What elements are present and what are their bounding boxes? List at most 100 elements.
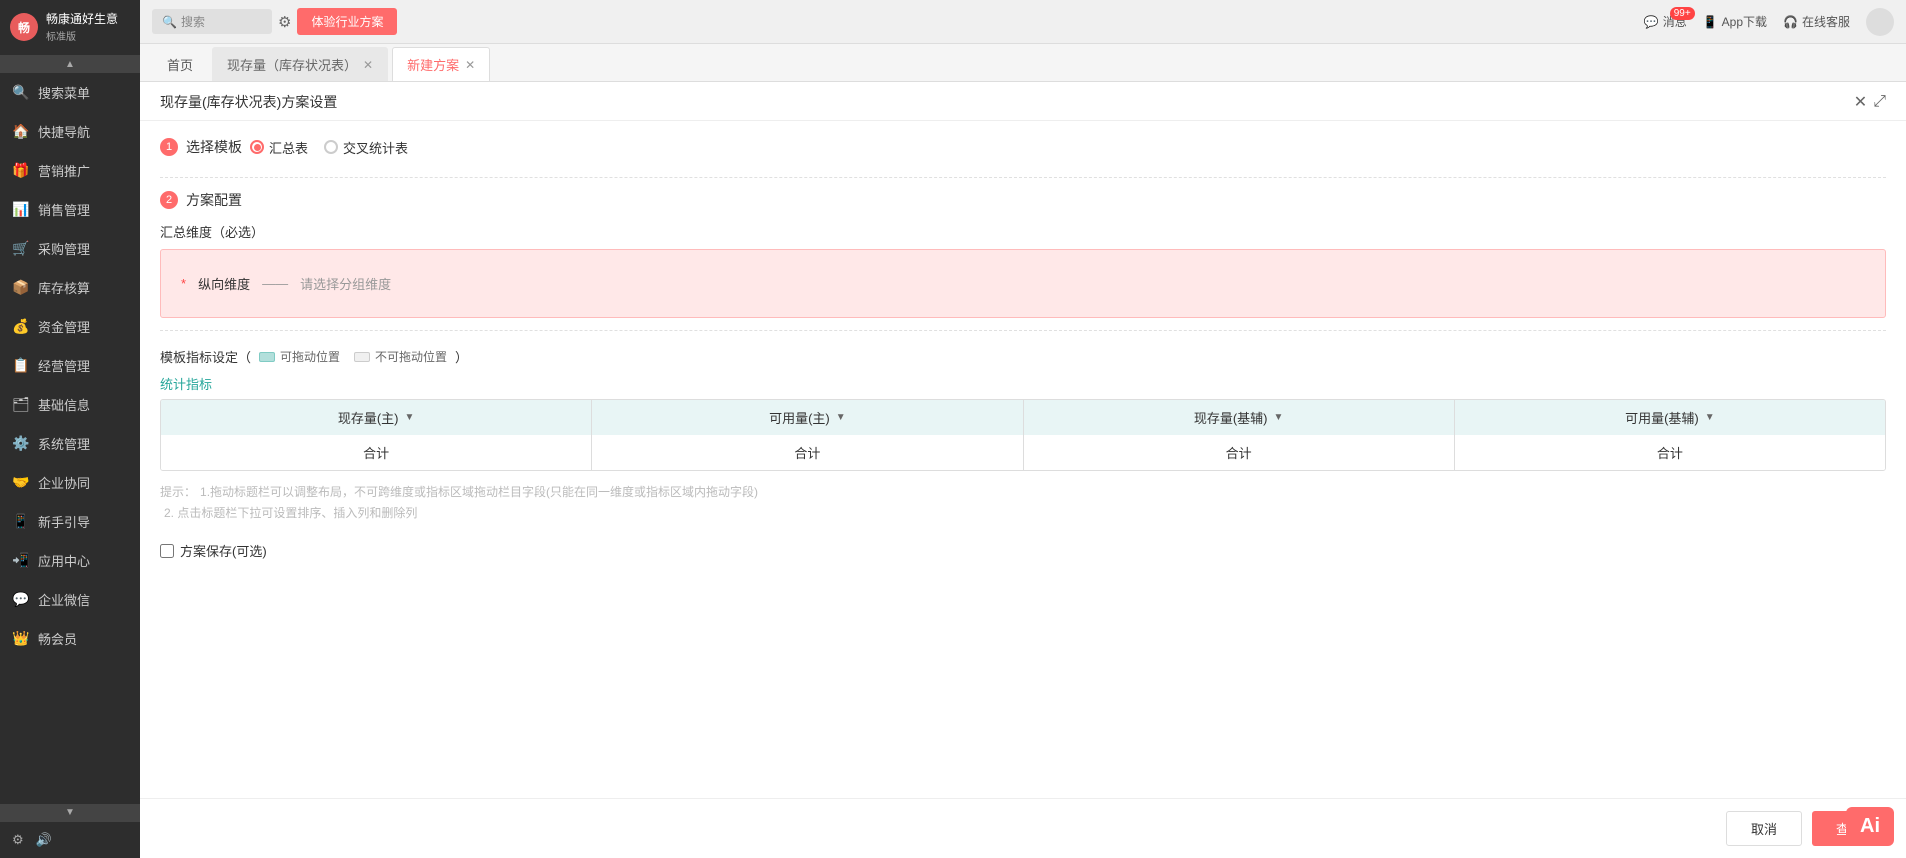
- col-label: 可用量(主): [769, 408, 830, 427]
- template-radio-group: 汇总表 交叉统计表: [250, 138, 408, 157]
- stats-col-header[interactable]: 现存量(基辅) ▼: [1024, 400, 1455, 435]
- sidebar-item-member[interactable]: 👑畅会员: [0, 619, 140, 658]
- sidebar-item-inventory[interactable]: 📦 库存核算: [0, 268, 140, 307]
- radio-label-cross: 交叉统计表: [343, 138, 408, 157]
- nodrag-box: [354, 352, 370, 362]
- close-button[interactable]: ✕: [1854, 92, 1867, 112]
- messages-badge: 99+: [1670, 7, 1695, 20]
- col-label: 现存量(基辅): [1194, 408, 1268, 427]
- col-label: 现存量(主): [338, 408, 399, 427]
- radio-circle-summary: [250, 140, 264, 154]
- tab-new-plan[interactable]: 新建方案✕: [392, 47, 490, 81]
- draggable-box: [259, 352, 275, 362]
- gear-icon[interactable]: ⚙: [278, 13, 291, 31]
- chevron-down-icon: ▼: [836, 412, 846, 423]
- content-close-buttons: ✕ ⤢: [1854, 92, 1886, 112]
- sidebar-item-wechat[interactable]: 💬企业微信: [0, 580, 140, 619]
- expand-button[interactable]: ⤢: [1873, 92, 1886, 112]
- dimension-placeholder[interactable]: 请选择分组维度: [300, 274, 391, 293]
- inventory-icon: 📦: [12, 278, 30, 296]
- tab-close-new-plan[interactable]: ✕: [465, 59, 475, 71]
- system-icon: ⚙️: [12, 434, 30, 452]
- stats-col-body: 合计: [161, 435, 592, 470]
- sidebar-scroll-down[interactable]: ▼: [0, 804, 140, 821]
- radio-cross[interactable]: 交叉统计表: [324, 138, 408, 157]
- topbar-left: 🔍 搜索 ⚙ 体验行业方案: [152, 8, 1636, 35]
- radio-summary[interactable]: 汇总表: [250, 138, 308, 157]
- sidebar-item-label: 营销推广: [38, 161, 90, 180]
- quick-nav-icon: 🏠: [12, 122, 30, 140]
- sidebar-item-label: 快捷导航: [38, 122, 90, 141]
- tabbar: 首页现存量（库存状况表）✕新建方案✕: [140, 44, 1906, 82]
- step1-label: 选择模板: [186, 137, 242, 157]
- settings-icon[interactable]: ⚙: [12, 832, 24, 848]
- speaker-icon[interactable]: 🔊: [36, 832, 52, 848]
- phone-icon: 📱: [1703, 15, 1718, 29]
- sidebar-item-label: 经营管理: [38, 356, 90, 375]
- tab-close-inventory-status[interactable]: ✕: [363, 59, 373, 71]
- tip-text: 1.拖动标题栏可以调整布局，不可跨维度或指标区域拖动栏目字段(只能在同一维度或指…: [200, 483, 758, 500]
- basic-info-icon: 🗂: [12, 395, 30, 413]
- sidebar-nav: 🔍搜索菜单 🏠 快捷导航 🎁营销推广📊销售管理🛒采购管理 📦 库存核算 💰资金管理 📋 经营管理…: [0, 73, 140, 804]
- chevron-down-icon: ▼: [1274, 412, 1284, 423]
- nodrag-label: 不可拖动位置: [375, 348, 447, 365]
- stats-title: 统计指标: [160, 374, 1886, 393]
- dimension-dash: ——: [262, 276, 288, 291]
- dimension-key: 纵向维度: [198, 274, 250, 293]
- stats-col-header[interactable]: 可用量(主) ▼: [592, 400, 1023, 435]
- sidebar-item-purchase[interactable]: 🛒采购管理: [0, 229, 140, 268]
- tab-inventory-status[interactable]: 现存量（库存状况表）✕: [212, 47, 388, 81]
- sidebar-item-label: 企业微信: [38, 590, 90, 609]
- save-checkbox[interactable]: [160, 544, 174, 558]
- stats-col-header[interactable]: 可用量(基辅)▼: [1455, 400, 1885, 435]
- sidebar-item-label: 系统管理: [38, 434, 90, 453]
- sidebar-item-search-menu[interactable]: 🔍搜索菜单: [0, 73, 140, 112]
- sidebar-item-label: 企业协同: [38, 473, 90, 492]
- legend-draggable: 可拖动位置: [259, 348, 340, 365]
- sidebar-item-new-guide[interactable]: 📱新手引导: [0, 502, 140, 541]
- col-summary: 合计: [794, 443, 820, 462]
- sidebar-item-marketing[interactable]: 🎁营销推广: [0, 151, 140, 190]
- sidebar-item-finance[interactable]: 💰资金管理: [0, 307, 140, 346]
- logo-sub: 标准版: [46, 28, 118, 43]
- sales-icon: 📊: [12, 200, 30, 218]
- finance-icon: 💰: [12, 317, 30, 335]
- form-body: 1 选择模板 汇总表交叉统计表 2 方案配置 汇总维度（必选） * 纵向维度 —…: [140, 121, 1906, 798]
- sidebar-item-quick-nav[interactable]: 🏠 快捷导航: [0, 112, 140, 151]
- sidebar-item-operations[interactable]: 📋 经营管理: [0, 346, 140, 385]
- sidebar-scroll-up[interactable]: ▲: [0, 56, 140, 73]
- sidebar-item-system[interactable]: ⚙️ 系统管理: [0, 424, 140, 463]
- chevron-down-icon: ▼: [405, 412, 415, 423]
- stats-col-body: 合计: [592, 435, 1023, 470]
- sidebar-item-label: 应用中心: [38, 551, 90, 570]
- operations-icon: 📋: [12, 356, 30, 374]
- tips-section: 提示：1.拖动标题栏可以调整布局，不可跨维度或指标区域拖动栏目字段(只能在同一维…: [160, 483, 1886, 521]
- indicator-settings: 模板指标设定（ 可拖动位置 不可拖动位置 ）: [160, 347, 1886, 521]
- user-avatar[interactable]: [1866, 8, 1894, 36]
- sidebar-item-sales[interactable]: 📊销售管理: [0, 190, 140, 229]
- tab-home[interactable]: 首页: [152, 47, 208, 81]
- trial-button[interactable]: 体验行业方案: [297, 8, 397, 35]
- tip-item-1: 2. 点击标题栏下拉可设置排序、插入列和删除列: [160, 504, 1886, 521]
- stats-col-header[interactable]: 现存量(主) ▼: [161, 400, 592, 435]
- ai-badge[interactable]: Ai: [1846, 807, 1894, 846]
- messages-button[interactable]: 💬 消息 99+: [1644, 13, 1687, 30]
- col-summary: 合计: [1226, 443, 1252, 462]
- content-area: 现存量(库存状况表)方案设置 ✕ ⤢ 1 选择模板 汇总表交叉统计表 2: [140, 82, 1906, 858]
- app-download-button[interactable]: 📱 App下载: [1703, 13, 1767, 30]
- step2-num: 2: [160, 191, 178, 209]
- sidebar-item-app-center[interactable]: 📲应用中心: [0, 541, 140, 580]
- main: 🔍 搜索 ⚙ 体验行业方案 💬 消息 99+ 📱 App下载 🎧 在线客服 首页: [140, 0, 1906, 858]
- sidebar-item-basic-info[interactable]: 🗂基础信息: [0, 385, 140, 424]
- sidebar-item-label: 库存核算: [38, 278, 90, 297]
- save-option: 方案保存(可选): [160, 541, 1886, 560]
- online-service-button[interactable]: 🎧 在线客服: [1783, 13, 1850, 30]
- legend-nodrag: 不可拖动位置: [354, 348, 447, 365]
- indicator-label: 模板指标设定（ 可拖动位置 不可拖动位置 ）: [160, 347, 1886, 366]
- sidebar-item-enterprise[interactable]: 🤝企业协同: [0, 463, 140, 502]
- search-box[interactable]: 🔍 搜索: [152, 9, 272, 34]
- cancel-button[interactable]: 取消: [1726, 811, 1802, 846]
- stats-section: 统计指标 现存量(主) ▼ 可用量(主) ▼ 现存量(基辅) ▼ 可用量(基辅)▼ 合计 合计…: [160, 374, 1886, 471]
- search-icon: 🔍: [162, 15, 177, 29]
- sidebar-item-label: 畅会员: [38, 629, 77, 648]
